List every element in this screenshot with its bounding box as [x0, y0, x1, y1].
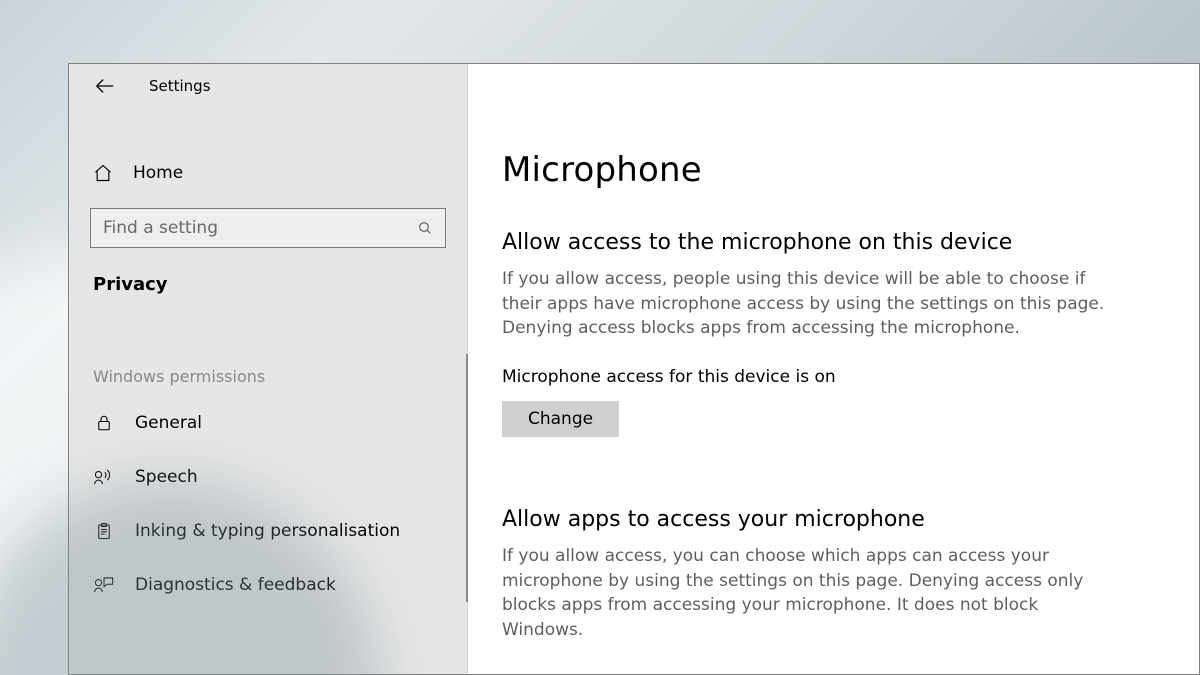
lock-icon: [93, 413, 115, 433]
sidebar: Settings Home Priva: [69, 64, 468, 674]
clipboard-icon: [93, 521, 115, 541]
sidebar-item-general[interactable]: General: [69, 396, 467, 450]
feedback-icon: [93, 575, 115, 595]
arrow-left-icon: [94, 75, 116, 97]
sidebar-home[interactable]: Home: [69, 150, 467, 196]
app-title: Settings: [149, 77, 211, 95]
mic-access-status: Microphone access for this device is on: [502, 367, 1165, 387]
sidebar-item-inking[interactable]: Inking & typing personalisation: [69, 504, 467, 558]
sidebar-scrollbar[interactable]: [466, 354, 468, 602]
main-content: Microphone Allow access to the microphon…: [468, 64, 1199, 674]
section-device-access: Allow access to the microphone on this d…: [502, 230, 1165, 437]
titlebar: Settings: [69, 64, 467, 108]
search-icon: [417, 220, 433, 236]
sidebar-item-label: Speech: [135, 467, 198, 487]
sidebar-category-privacy[interactable]: Privacy: [69, 274, 467, 295]
sidebar-item-diagnostics[interactable]: Diagnostics & feedback: [69, 558, 467, 612]
change-button[interactable]: Change: [502, 401, 619, 437]
search-input[interactable]: [103, 218, 417, 238]
sidebar-item-label: General: [135, 413, 202, 433]
sidebar-nav-list: General Speech: [69, 396, 467, 612]
speech-icon: [93, 467, 115, 487]
page-title: Microphone: [502, 150, 1165, 190]
sidebar-section-heading: Windows permissions: [69, 367, 467, 386]
back-button[interactable]: [93, 74, 117, 98]
section-title: Allow access to the microphone on this d…: [502, 230, 1165, 255]
search-container: [69, 208, 467, 248]
sidebar-home-label: Home: [133, 163, 183, 183]
sidebar-item-speech[interactable]: Speech: [69, 450, 467, 504]
section-title: Allow apps to access your microphone: [502, 507, 1165, 532]
section-body: If you allow access, people using this d…: [502, 267, 1112, 341]
search-box[interactable]: [90, 208, 446, 248]
settings-window: Settings Home Priva: [68, 63, 1200, 675]
section-body: If you allow access, you can choose whic…: [502, 544, 1112, 643]
sidebar-item-label: Diagnostics & feedback: [135, 575, 336, 595]
section-app-access: Allow apps to access your microphone If …: [502, 507, 1165, 643]
sidebar-item-label: Inking & typing personalisation: [135, 521, 400, 541]
home-icon: [93, 163, 113, 183]
